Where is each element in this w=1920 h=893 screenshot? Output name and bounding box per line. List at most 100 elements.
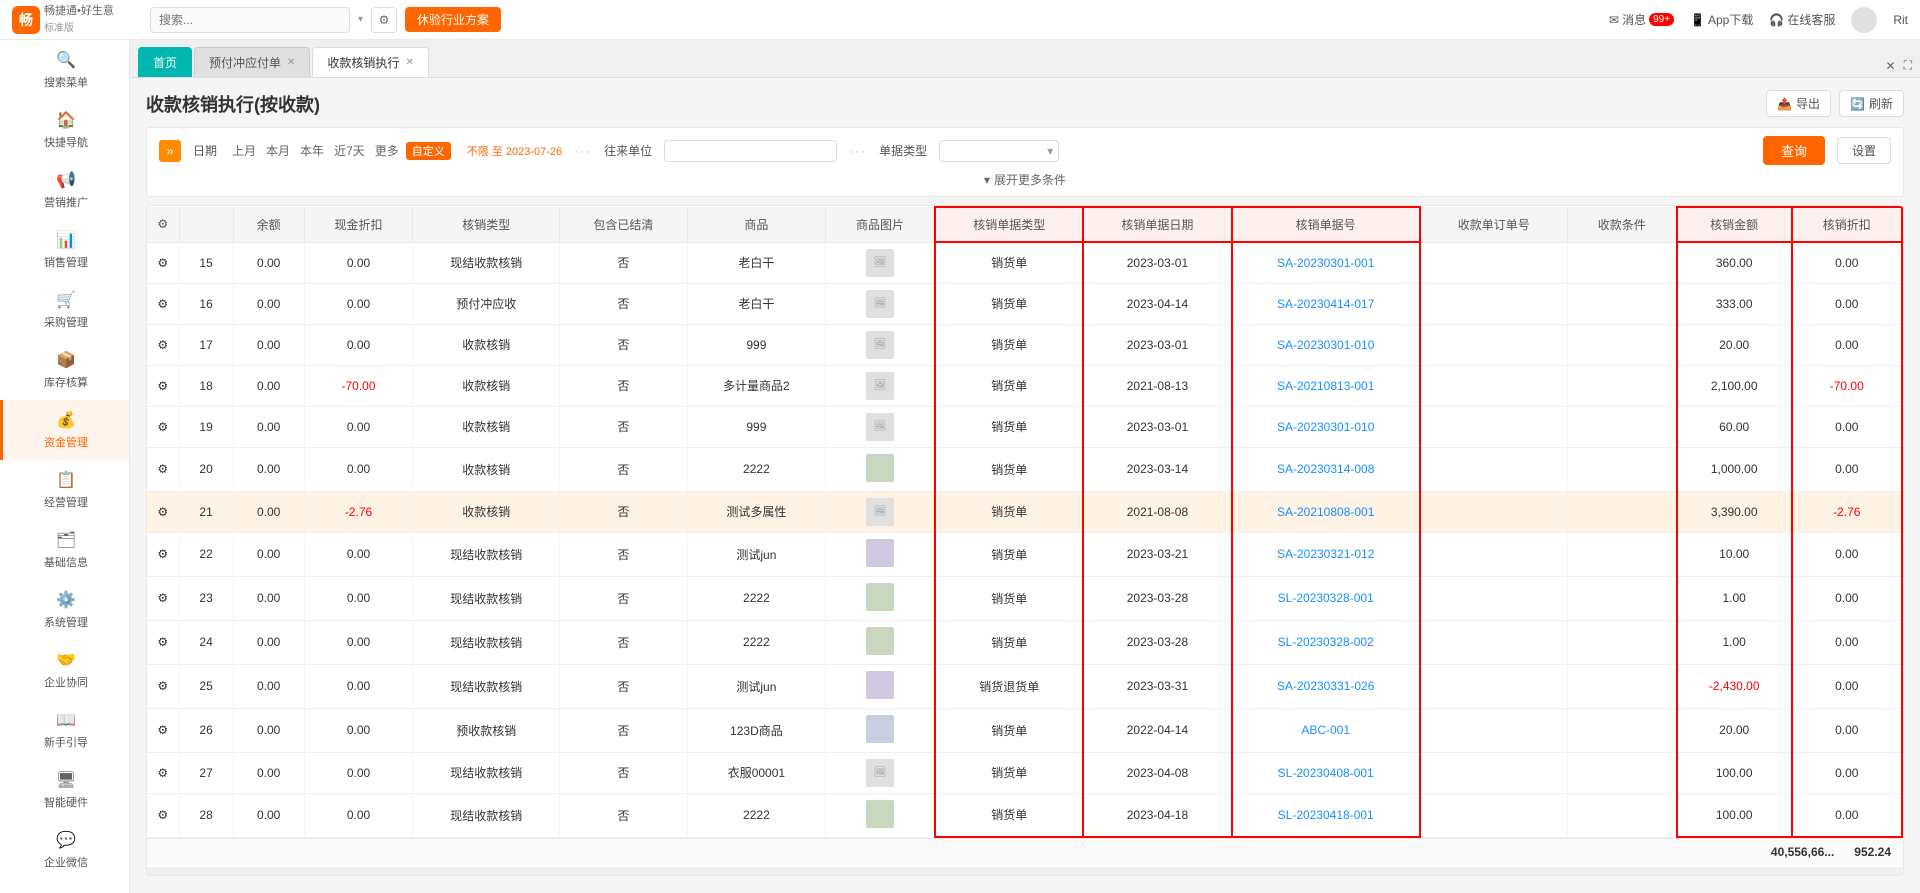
- td-gear[interactable]: ⚙: [147, 324, 179, 365]
- td-verify-no[interactable]: SA-20230301-010: [1232, 324, 1420, 365]
- td-gear[interactable]: ⚙: [147, 283, 179, 324]
- td-gear[interactable]: ⚙: [147, 752, 179, 793]
- tab-advance[interactable]: 预付冲应付单 ✕: [194, 47, 310, 77]
- date-more[interactable]: 更多: [372, 141, 402, 160]
- filter-expand-button[interactable]: »: [159, 140, 181, 162]
- sidebar-item-enterprise[interactable]: 🤝 企业协同: [0, 640, 129, 700]
- td-verify-no[interactable]: SL-20230328-002: [1232, 620, 1420, 664]
- td-gear[interactable]: ⚙: [147, 620, 179, 664]
- verify-no-link[interactable]: SL-20230328-001: [1278, 591, 1374, 605]
- export-button[interactable]: 📤 导出: [1766, 90, 1831, 117]
- td-gear[interactable]: ⚙: [147, 242, 179, 283]
- td-gear[interactable]: ⚙: [147, 708, 179, 752]
- app-download-button[interactable]: 📱 App下载: [1690, 11, 1753, 28]
- td-verify-no[interactable]: SA-20210808-001: [1232, 491, 1420, 532]
- horizontal-scrollbar[interactable]: [147, 867, 1903, 875]
- td-type: 现结收款核销: [413, 664, 560, 708]
- expand-more-button[interactable]: ▾ 展开更多条件: [984, 171, 1066, 188]
- verify-no-link[interactable]: SA-20230301-010: [1277, 338, 1374, 352]
- td-verify-no[interactable]: SL-20230408-001: [1232, 752, 1420, 793]
- td-gear[interactable]: ⚙: [147, 576, 179, 620]
- date-this-year[interactable]: 本年: [297, 141, 327, 160]
- td-verify-no[interactable]: ABC-001: [1232, 708, 1420, 752]
- close-window-icon[interactable]: ✕: [1886, 59, 1896, 73]
- partner-input[interactable]: [664, 140, 837, 162]
- solution-button[interactable]: 休验行业方案: [405, 7, 501, 32]
- td-receipt-cond: [1567, 793, 1677, 837]
- doc-type-select[interactable]: [939, 140, 1059, 162]
- sidebar-item-shortcuts[interactable]: 🏠 快捷导航: [0, 100, 129, 160]
- verify-no-link[interactable]: SL-20230408-001: [1278, 766, 1374, 780]
- verify-no-link[interactable]: SL-20230328-002: [1278, 635, 1374, 649]
- sidebar-item-hardware[interactable]: 🖥 智能硬件: [0, 760, 129, 820]
- date-custom-button[interactable]: 自定义: [406, 142, 451, 160]
- verify-no-link[interactable]: SA-20230314-008: [1277, 462, 1374, 476]
- message-button[interactable]: ✉ 消息 99+: [1609, 11, 1674, 28]
- td-verify-no[interactable]: SA-20210813-001: [1232, 365, 1420, 406]
- search-input[interactable]: [150, 7, 350, 33]
- date-last-month[interactable]: 上月: [229, 141, 259, 160]
- setting-button[interactable]: 设置: [1837, 137, 1891, 164]
- search-button[interactable]: 查询: [1763, 136, 1825, 165]
- td-verify-no[interactable]: SA-20230331-026: [1232, 664, 1420, 708]
- sidebar-item-purchase[interactable]: 🛒 采购管理: [0, 280, 129, 340]
- td-verify-no[interactable]: SA-20230314-008: [1232, 447, 1420, 491]
- tab-collection-close-icon[interactable]: ✕: [405, 57, 413, 68]
- sidebar-item-finance[interactable]: 💰 资金管理: [0, 400, 129, 460]
- verify-no-link[interactable]: SL-20230418-001: [1278, 808, 1374, 822]
- sidebar-item-marketing[interactable]: 📢 营销推广: [0, 160, 129, 220]
- sidebar-item-basic[interactable]: 🗂 基础信息: [0, 520, 129, 580]
- sidebar-item-guide[interactable]: 📖 新手引导: [0, 700, 129, 760]
- td-verify-date: 2023-03-28: [1083, 576, 1231, 620]
- tab-home[interactable]: 首页: [138, 47, 192, 77]
- service-button[interactable]: 🎧 在线客服: [1769, 11, 1835, 28]
- td-type: 现结收款核销: [413, 242, 560, 283]
- verify-no-link[interactable]: SA-20230301-001: [1277, 256, 1374, 270]
- verify-no-link[interactable]: SA-20230331-026: [1277, 679, 1374, 693]
- date-this-month[interactable]: 本月: [263, 141, 293, 160]
- verify-no-link[interactable]: SA-20230414-017: [1277, 297, 1374, 311]
- td-goods-img: 🖼: [826, 406, 936, 447]
- maximize-icon[interactable]: ⛶: [1904, 58, 1912, 73]
- settings-gear-icon[interactable]: ⚙: [371, 7, 397, 33]
- td-gear[interactable]: ⚙: [147, 793, 179, 837]
- td-receipt-order-no: [1420, 406, 1567, 447]
- td-verify-discount: 0.00: [1792, 447, 1903, 491]
- verify-no-link[interactable]: SA-20210808-001: [1277, 505, 1374, 519]
- td-verify-no[interactable]: SA-20230321-012: [1232, 532, 1420, 576]
- refresh-button[interactable]: 🔄 刷新: [1839, 90, 1904, 117]
- td-verify-doc-type: 销货单: [935, 620, 1083, 664]
- td-receipt-cond: [1567, 620, 1677, 664]
- td-verify-no[interactable]: SL-20230328-001: [1232, 576, 1420, 620]
- verify-no-link[interactable]: SA-20210813-001: [1277, 379, 1374, 393]
- tab-collection[interactable]: 收款核销执行 ✕: [312, 47, 428, 77]
- verify-no-link[interactable]: SA-20230321-012: [1277, 547, 1374, 561]
- avatar[interactable]: [1851, 7, 1877, 33]
- td-gear[interactable]: ⚙: [147, 532, 179, 576]
- sidebar-item-inventory[interactable]: 📦 库存核算: [0, 340, 129, 400]
- sidebar-item-system[interactable]: ⚙️ 系统管理: [0, 580, 129, 640]
- td-gear[interactable]: ⚙: [147, 491, 179, 532]
- date-7days[interactable]: 近7天: [331, 141, 368, 160]
- td-verify-no[interactable]: SA-20230414-017: [1232, 283, 1420, 324]
- td-verify-no[interactable]: SA-20230301-010: [1232, 406, 1420, 447]
- td-gear[interactable]: ⚙: [147, 406, 179, 447]
- td-receipt-order-no: [1420, 283, 1567, 324]
- verify-no-link[interactable]: SA-20230301-010: [1277, 420, 1374, 434]
- td-verify-no[interactable]: SL-20230418-001: [1232, 793, 1420, 837]
- th-type: 核销类型: [413, 207, 560, 242]
- sidebar-item-member[interactable]: V 畅会员: [0, 880, 129, 893]
- sidebar-item-sales[interactable]: 📊 销售管理: [0, 220, 129, 280]
- td-gear[interactable]: ⚙: [147, 664, 179, 708]
- td-gear[interactable]: ⚙: [147, 365, 179, 406]
- sidebar-item-search[interactable]: 🔍 搜索菜单: [0, 40, 129, 100]
- filter-dots-1: ···: [574, 144, 592, 158]
- tab-advance-close-icon[interactable]: ✕: [287, 57, 295, 68]
- verify-no-link[interactable]: ABC-001: [1301, 723, 1350, 737]
- th-gear[interactable]: ⚙: [147, 207, 179, 242]
- sidebar-item-wechat[interactable]: 💬 企业微信: [0, 820, 129, 880]
- sidebar-item-operations[interactable]: 📋 经营管理: [0, 460, 129, 520]
- td-verify-no[interactable]: SA-20230301-001: [1232, 242, 1420, 283]
- td-discount: 0.00: [304, 708, 413, 752]
- td-gear[interactable]: ⚙: [147, 447, 179, 491]
